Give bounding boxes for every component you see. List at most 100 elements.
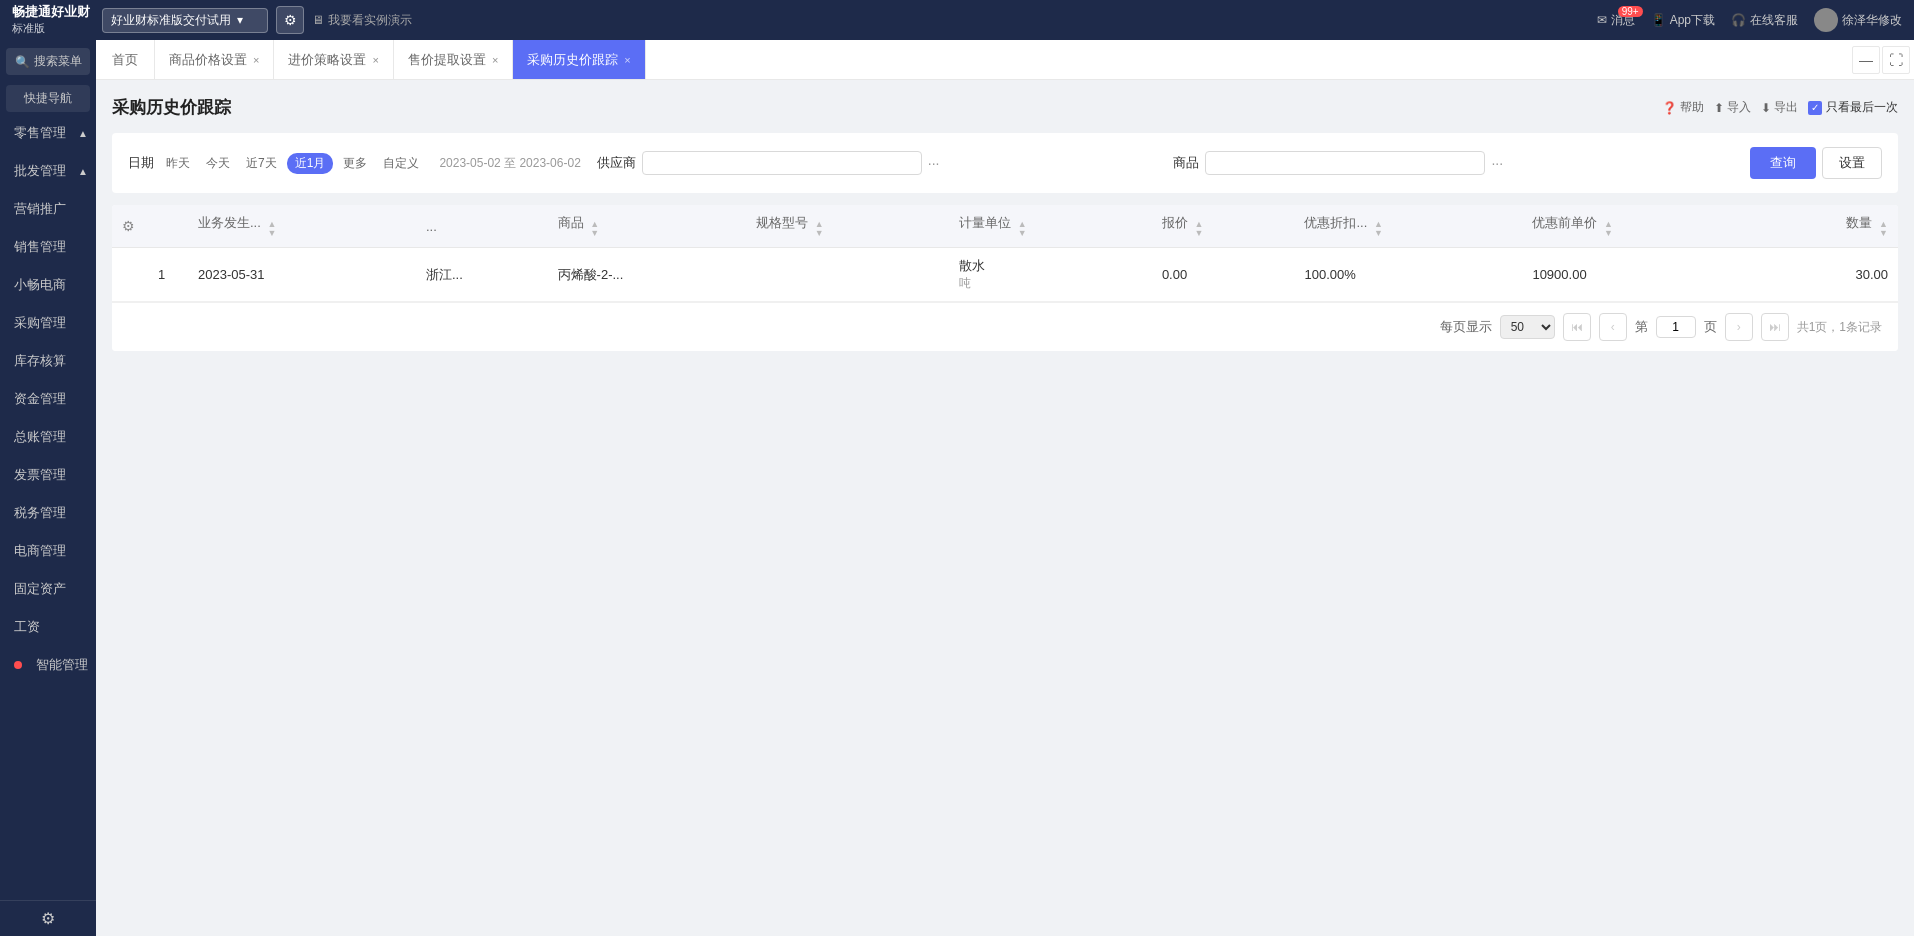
top-bar-center: 好业财标准版交付试用 ▾ ⚙ 🖥 我要看实例演示: [102, 6, 1585, 34]
sort-arrows-unit[interactable]: ▲▼: [1018, 220, 1027, 238]
sidebar-item-label: 固定资产: [14, 580, 66, 598]
tab-sale-price[interactable]: 售价提取设置 ×: [394, 40, 513, 80]
sidebar-item-label: 零售管理: [14, 124, 66, 142]
version-label: 好业财标准版交付试用: [111, 12, 231, 29]
sidebar-item-assets[interactable]: 固定资产: [0, 570, 96, 608]
date-option-today[interactable]: 今天: [200, 153, 236, 174]
date-option-1month[interactable]: 近1月: [287, 153, 334, 174]
topbar-settings-button[interactable]: ⚙: [276, 6, 304, 34]
page-number-input[interactable]: [1656, 316, 1696, 338]
content-area: 首页 商品价格设置 × 进价策略设置 × 售价提取设置 × 采购历史价跟踪 × …: [96, 40, 1914, 936]
top-bar-right: ✉ 消息 99+ 📱 App下载 🎧 在线客服 徐泽华修改: [1597, 8, 1902, 32]
page-last-button[interactable]: ⏭: [1761, 313, 1789, 341]
demo-button[interactable]: 🖥 我要看实例演示: [312, 12, 412, 29]
import-button[interactable]: ⬆ 导入: [1714, 99, 1751, 116]
online-service-button[interactable]: 🎧 在线客服: [1731, 12, 1798, 29]
row-gear: [112, 248, 148, 302]
export-label: 导出: [1774, 99, 1798, 116]
tab-maximize-button[interactable]: ⛶: [1882, 46, 1910, 74]
supplier-dots[interactable]: ···: [928, 155, 940, 171]
tab-history-price-close[interactable]: ×: [624, 54, 630, 66]
date-option-custom[interactable]: 自定义: [377, 153, 425, 174]
help-button[interactable]: ❓ 帮助: [1662, 99, 1704, 116]
table-col-gear: ⚙: [112, 205, 148, 248]
logo-sub: 标准版: [12, 21, 90, 35]
tab-history-price[interactable]: 采购历史价跟踪 ×: [513, 40, 645, 80]
checkbox-checked-icon: ✓: [1808, 101, 1822, 115]
page-header: 采购历史价跟踪 ❓ 帮助 ⬆ 导入 ⬇ 导出 ✓: [112, 96, 1898, 119]
sidebar-item-purchase[interactable]: 采购管理: [0, 304, 96, 342]
product-input[interactable]: [1205, 151, 1485, 175]
filter-area: 日期 昨天 今天 近7天 近1月 更多 自定义 2023-05-02 至 202…: [112, 133, 1898, 193]
page-label: 第: [1635, 318, 1648, 336]
sidebar-item-invoice[interactable]: 发票管理: [0, 456, 96, 494]
tab-home[interactable]: 首页: [96, 40, 155, 80]
table-col-spec: 规格型号 ▲▼: [746, 205, 949, 248]
sidebar-gear-icon[interactable]: ⚙: [41, 909, 55, 928]
sort-arrows-quantity[interactable]: ▲▼: [1879, 220, 1888, 238]
search-menu-button[interactable]: 🔍 搜索菜单: [6, 48, 90, 75]
product-dots[interactable]: ···: [1491, 155, 1503, 171]
tab-bar: 首页 商品价格设置 × 进价策略设置 × 售价提取设置 × 采购历史价跟踪 × …: [96, 40, 1914, 80]
sidebar-item-tax[interactable]: 税务管理: [0, 494, 96, 532]
sidebar-item-label: 销售管理: [14, 238, 66, 256]
only-last-checkbox-label[interactable]: ✓ 只看最后一次: [1808, 99, 1898, 116]
help-icon: ❓: [1662, 101, 1677, 115]
sidebar-item-wholesale[interactable]: 批发管理 ▲: [0, 152, 96, 190]
sort-arrows-original-price[interactable]: ▲▼: [1604, 220, 1613, 238]
data-table-wrapper: ⚙ 业务发生... ▲▼ ... 商品: [112, 205, 1898, 351]
app-download-button[interactable]: 📱 App下载: [1651, 12, 1715, 29]
sort-arrows-discount[interactable]: ▲▼: [1374, 220, 1383, 238]
gear-icon[interactable]: ⚙: [122, 218, 135, 234]
supplier-input[interactable]: [642, 151, 922, 175]
sidebar-item-label: 电商管理: [14, 542, 66, 560]
date-option-more[interactable]: 更多: [337, 153, 373, 174]
total-info: 共1页，1条记录: [1797, 319, 1882, 336]
monitor-icon: 🖥: [312, 13, 324, 27]
sidebar-item-retail[interactable]: 零售管理 ▲: [0, 114, 96, 152]
tab-home-label: 首页: [112, 51, 138, 69]
table-header: ⚙ 业务发生... ▲▼ ... 商品: [112, 205, 1898, 248]
export-button[interactable]: ⬇ 导出: [1761, 99, 1798, 116]
per-page-select[interactable]: 10 20 50 100: [1500, 315, 1555, 339]
query-button[interactable]: 查询: [1750, 147, 1816, 179]
sort-arrows-product[interactable]: ▲▼: [590, 220, 599, 238]
tab-purchase-strategy-close[interactable]: ×: [372, 54, 378, 66]
tab-price[interactable]: 商品价格设置 ×: [155, 40, 274, 80]
page-first-button[interactable]: ⏮: [1563, 313, 1591, 341]
sidebar-item-ecommerce[interactable]: 电商管理: [0, 532, 96, 570]
table-row: 1 2023-05-31 浙江... 丙烯酸-2-... 散水吨 0.00 10…: [112, 248, 1898, 302]
sidebar-item-inventory[interactable]: 库存核算: [0, 342, 96, 380]
tab-price-close[interactable]: ×: [253, 54, 259, 66]
sidebar-item-general-ledger[interactable]: 总账管理: [0, 418, 96, 456]
sidebar-item-label: 批发管理: [14, 162, 66, 180]
page-actions: ❓ 帮助 ⬆ 导入 ⬇ 导出 ✓ 只看最后一次: [1662, 99, 1898, 116]
tab-minimize-button[interactable]: —: [1852, 46, 1880, 74]
version-select[interactable]: 好业财标准版交付试用 ▾: [102, 8, 268, 33]
page-prev-button[interactable]: ‹: [1599, 313, 1627, 341]
user-menu[interactable]: 徐泽华修改: [1814, 8, 1902, 32]
quick-nav-button[interactable]: 快捷导航: [6, 85, 90, 112]
sidebar-item-finance[interactable]: 资金管理: [0, 380, 96, 418]
sort-arrows-date[interactable]: ▲▼: [267, 220, 276, 238]
sort-arrows-price[interactable]: ▲▼: [1195, 220, 1204, 238]
sidebar-item-ecommerce-small[interactable]: 小畅电商: [0, 266, 96, 304]
sidebar-item-sales[interactable]: 销售管理: [0, 228, 96, 266]
settings-button[interactable]: 设置: [1822, 147, 1882, 179]
tab-sale-price-close[interactable]: ×: [492, 54, 498, 66]
search-menu-label: 搜索菜单: [34, 53, 82, 70]
date-option-7days[interactable]: 近7天: [240, 153, 283, 174]
sidebar-item-label: 智能管理: [36, 656, 88, 674]
row-unit: 散水吨: [949, 248, 1152, 302]
tab-purchase-strategy[interactable]: 进价策略设置 ×: [274, 40, 393, 80]
sidebar-item-salary[interactable]: 工资: [0, 608, 96, 646]
message-button[interactable]: ✉ 消息 99+: [1597, 12, 1635, 29]
sort-arrows-spec[interactable]: ▲▼: [815, 220, 824, 238]
table-col-product: 商品 ▲▼: [548, 205, 747, 248]
avatar: [1814, 8, 1838, 32]
sidebar-item-marketing[interactable]: 营销推广: [0, 190, 96, 228]
page-next-button[interactable]: ›: [1725, 313, 1753, 341]
sidebar-item-smart[interactable]: 智能管理: [0, 646, 96, 684]
sidebar-item-label: 小畅电商: [14, 276, 66, 294]
date-option-yesterday[interactable]: 昨天: [160, 153, 196, 174]
